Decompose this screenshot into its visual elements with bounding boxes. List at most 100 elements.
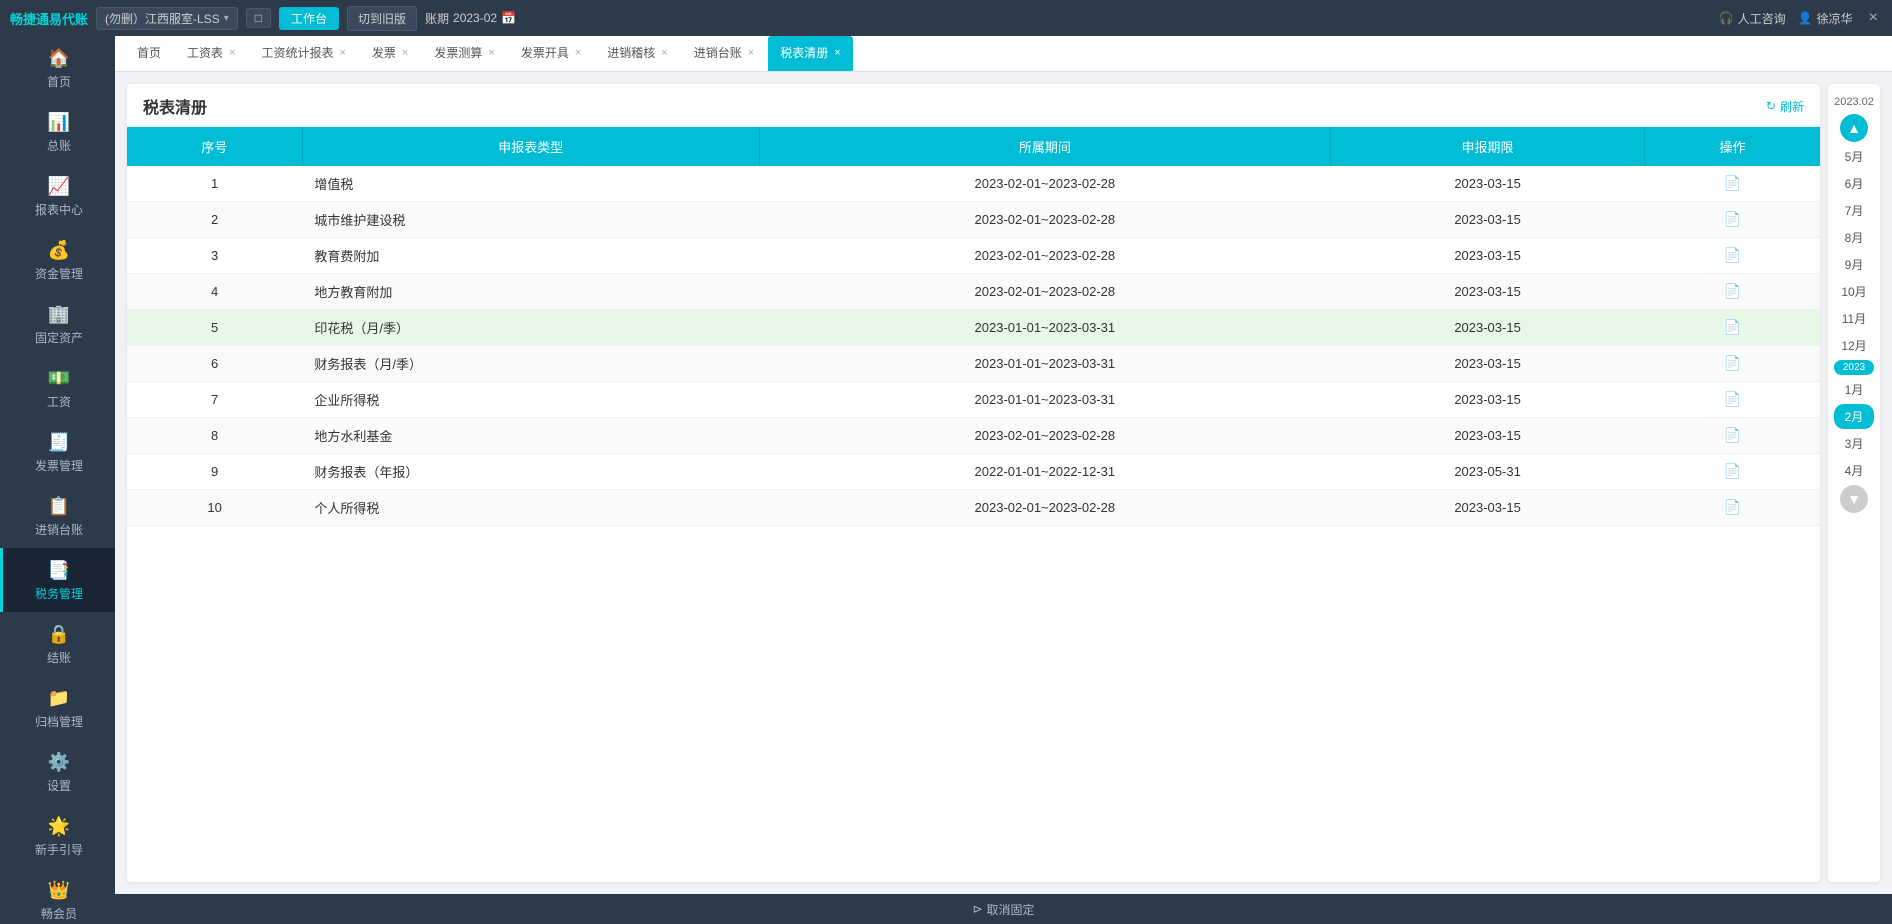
reports-icon: 📈 (48, 176, 70, 197)
action-icon[interactable]: 📄 (1724, 355, 1741, 371)
row-action[interactable]: 📄 (1645, 418, 1820, 454)
row-type: 财务报表（年报） (302, 454, 759, 490)
action-icon[interactable]: 📄 (1724, 211, 1741, 227)
row-action[interactable]: 📄 (1645, 202, 1820, 238)
tab-tax-clear[interactable]: 税表清册× (768, 36, 852, 72)
action-icon[interactable]: 📄 (1724, 463, 1741, 479)
tab-invoice[interactable]: 发票× (360, 36, 420, 72)
sidebar-item-purchase[interactable]: 📋进销台账 (0, 484, 115, 548)
row-period: 2023-01-01~2023-03-31 (759, 310, 1330, 346)
copy-button[interactable]: □ (246, 8, 271, 28)
sidebar-item-tax[interactable]: 📑税务管理 (0, 548, 115, 612)
action-icon[interactable]: 📄 (1724, 283, 1741, 299)
row-period: 2023-02-01~2023-02-28 (759, 166, 1330, 202)
tab-close-payroll[interactable]: × (229, 47, 235, 59)
sidebar-item-ledger[interactable]: 📊总账 (0, 100, 115, 164)
table-row: 2 城市维护建设税 2023-02-01~2023-02-28 2023-03-… (127, 202, 1820, 238)
action-icon[interactable]: 📄 (1724, 247, 1741, 263)
tab-close-tax-clear[interactable]: × (834, 47, 840, 59)
tab-close-invoice[interactable]: × (402, 47, 408, 59)
tab-close-invoice-open[interactable]: × (575, 47, 581, 59)
row-no: 4 (127, 274, 302, 310)
month-2022-12月[interactable]: 12月 (1834, 333, 1874, 358)
month-2022-6月[interactable]: 6月 (1834, 171, 1874, 196)
tab-close-purchase-audit[interactable]: × (661, 47, 667, 59)
content-area: 首页工资表×工资统计报表×发票×发票测算×发票开具×进销稽核×进销台账×税表清册… (115, 36, 1892, 924)
month-2022-10月[interactable]: 10月 (1834, 279, 1874, 304)
page-title: 税表清册 (143, 94, 207, 118)
row-action[interactable]: 📄 (1645, 382, 1820, 418)
sidebar-label-tax: 税务管理 (35, 585, 83, 602)
sidebar-item-guide[interactable]: 🌟新手引导 (0, 804, 115, 868)
period-value: 2023-02 (453, 11, 497, 25)
right-panel-up-button[interactable]: ▲ (1840, 114, 1868, 142)
tab-home[interactable]: 首页 (125, 36, 173, 72)
row-action[interactable]: 📄 (1645, 238, 1820, 274)
month-2022-11月[interactable]: 11月 (1834, 306, 1874, 331)
action-icon[interactable]: 📄 (1724, 175, 1741, 191)
app-logo: 畅捷通易代账 (10, 9, 88, 28)
tab-close-purchase-ledger[interactable]: × (748, 47, 754, 59)
month-2022-8月[interactable]: 8月 (1834, 225, 1874, 250)
switch-old-button[interactable]: 切到旧版 (347, 6, 417, 31)
row-action[interactable]: 📄 (1645, 166, 1820, 202)
company-selector[interactable]: (勿删）江西服室-LSS ▾ (96, 7, 238, 30)
sidebar-item-reports[interactable]: 📈报表中心 (0, 164, 115, 228)
tab-payroll-stats[interactable]: 工资统计报表× (249, 36, 357, 72)
row-deadline: 2023-03-15 (1331, 490, 1645, 526)
action-icon[interactable]: 📄 (1724, 391, 1741, 407)
calendar-icon[interactable]: 📅 (501, 11, 516, 25)
home-icon: 🏠 (48, 48, 70, 69)
month-2023-1月[interactable]: 1月 (1834, 377, 1874, 402)
row-deadline: 2023-03-15 (1331, 274, 1645, 310)
month-2022-7月[interactable]: 7月 (1834, 198, 1874, 223)
row-period: 2022-01-01~2022-12-31 (759, 454, 1330, 490)
tab-payroll[interactable]: 工资表 × (175, 36, 247, 72)
month-2022-9月[interactable]: 9月 (1834, 252, 1874, 277)
workbench-button[interactable]: 工作台 (279, 7, 339, 30)
row-action[interactable]: 📄 (1645, 490, 1820, 526)
ai-consult-button[interactable]: 🎧 人工咨询 (1719, 10, 1786, 27)
sidebar-item-archive[interactable]: 📁归档管理 (0, 676, 115, 740)
row-type: 地方教育附加 (302, 274, 759, 310)
unpin-bar[interactable]: ⊳ 取消固定 (115, 894, 1892, 924)
month-2023-2月[interactable]: 2月 (1834, 404, 1874, 429)
tab-invoice-calc[interactable]: 发票测算× (422, 36, 506, 72)
row-action[interactable]: 📄 (1645, 346, 1820, 382)
right-panel: 2023.02▲5月6月7月8月9月10月11月12月20231月2月3月4月▼ (1828, 84, 1880, 882)
action-icon[interactable]: 📄 (1724, 499, 1741, 515)
row-period: 2023-02-01~2023-02-28 (759, 274, 1330, 310)
sidebar-item-payroll[interactable]: 💵工资 (0, 356, 115, 420)
close-button[interactable]: × (1865, 9, 1882, 27)
right-panel-year-label: 2023.02 (1834, 92, 1874, 112)
sidebar-item-home[interactable]: 🏠首页 (0, 36, 115, 100)
tab-close-invoice-calc[interactable]: × (488, 47, 494, 59)
tab-label-payroll: 工资表 (187, 44, 223, 61)
month-2023-4月[interactable]: 4月 (1834, 458, 1874, 483)
sidebar-item-invoice[interactable]: 🧾发票管理 (0, 420, 115, 484)
unpin-label: 取消固定 (987, 901, 1035, 918)
tab-close-payroll-stats[interactable]: × (339, 47, 345, 59)
sidebar-item-funds[interactable]: 💰资金管理 (0, 228, 115, 292)
month-2023-3月[interactable]: 3月 (1834, 431, 1874, 456)
action-icon[interactable]: 📄 (1724, 319, 1741, 335)
row-action[interactable]: 📄 (1645, 274, 1820, 310)
row-action[interactable]: 📄 (1645, 454, 1820, 490)
tab-purchase-ledger[interactable]: 进销台账× (682, 36, 766, 72)
sidebar-item-settings[interactable]: ⚙️设置 (0, 740, 115, 804)
month-2022-5月[interactable]: 5月 (1834, 144, 1874, 169)
refresh-button[interactable]: ↻ 刷新 (1766, 98, 1804, 115)
action-icon[interactable]: 📄 (1724, 427, 1741, 443)
sidebar-item-member[interactable]: 👑畅会员 (0, 868, 115, 924)
row-action[interactable]: 📄 (1645, 310, 1820, 346)
row-deadline: 2023-05-31 (1331, 454, 1645, 490)
top-bar-right: 🎧 人工咨询 👤 徐凉华 × (1719, 9, 1882, 27)
top-bar: 畅捷通易代账 (勿删）江西服室-LSS ▾ □ 工作台 切到旧版 账期 2023… (0, 0, 1892, 36)
sidebar-item-assets[interactable]: 🏢固定资产 (0, 292, 115, 356)
user-profile[interactable]: 👤 徐凉华 (1798, 10, 1853, 27)
tab-purchase-audit[interactable]: 进销稽核× (595, 36, 679, 72)
right-panel-down-button[interactable]: ▼ (1840, 485, 1868, 513)
tab-invoice-open[interactable]: 发票开具× (509, 36, 593, 72)
row-type: 增值税 (302, 166, 759, 202)
sidebar-item-closing[interactable]: 🔒结账 (0, 612, 115, 676)
